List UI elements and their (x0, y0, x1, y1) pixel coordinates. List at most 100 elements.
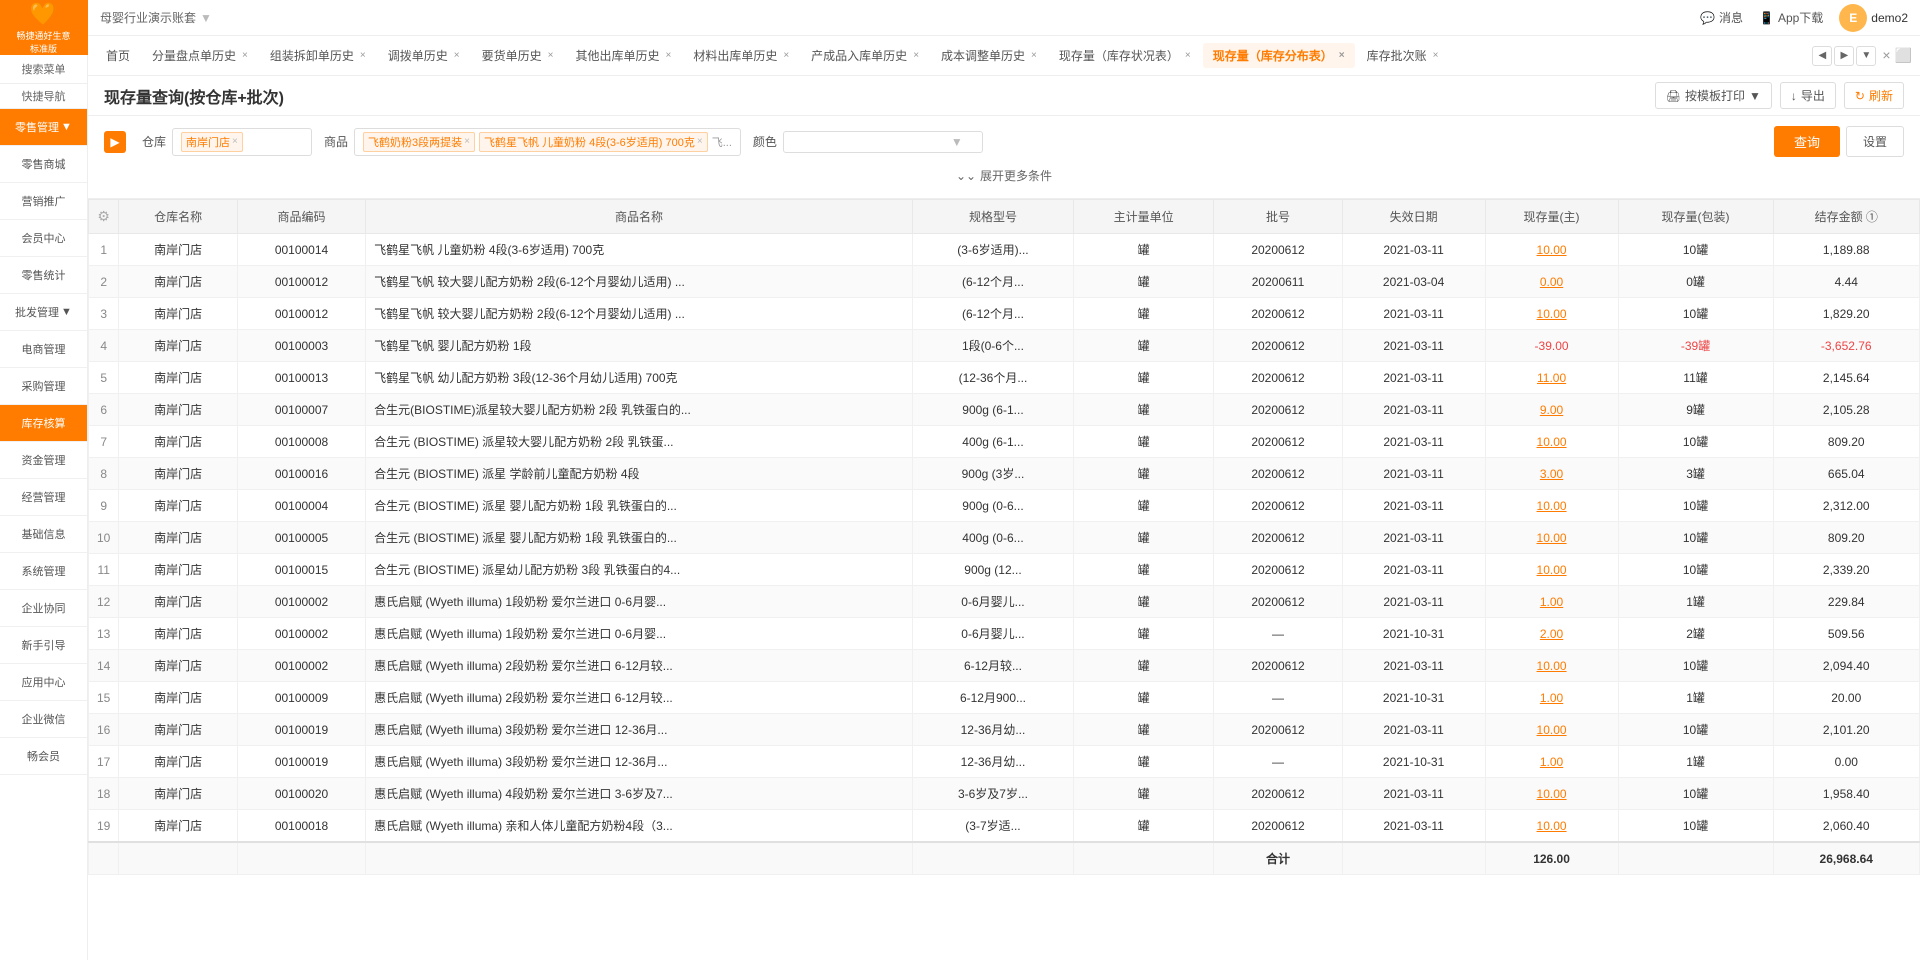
sidebar-item-guide[interactable]: 新手引导 (0, 627, 87, 664)
expand-more-conditions[interactable]: ⌄⌄ 展开更多条件 (104, 163, 1904, 188)
cell-balance: 1,958.40 (1773, 778, 1920, 810)
tab-menu-btn[interactable]: ▼ (1856, 46, 1876, 66)
tab-product-in-history[interactable]: 产成品入库单历史 × (801, 43, 929, 68)
close-all-tabs-btn[interactable]: × (1882, 47, 1890, 64)
message-btn[interactable]: 💬 消息 (1700, 9, 1743, 26)
cell-seq: 12 (89, 586, 119, 618)
cell-qty-main[interactable]: 10.00 (1485, 490, 1618, 522)
color-input[interactable]: ▼ (783, 131, 983, 153)
cell-qty-main[interactable]: 10.00 (1485, 426, 1618, 458)
sidebar-item-marketing[interactable]: 营销推广 (0, 183, 87, 220)
tab-home[interactable]: 首页 (96, 43, 140, 68)
cell-balance: 2,101.20 (1773, 714, 1920, 746)
tab-split-history[interactable]: 分量盘点单历史 × (142, 43, 258, 68)
sidebar-item-operations[interactable]: 经营管理 (0, 479, 87, 516)
cell-qty-main[interactable]: 10.00 (1485, 554, 1618, 586)
tab-prev-btn[interactable]: ◀ (1812, 46, 1832, 66)
cell-qty-main[interactable]: 10.00 (1485, 778, 1618, 810)
remove-warehouse-tag-btn[interactable]: × (232, 136, 238, 147)
close-tab-split-history[interactable]: × (242, 50, 248, 61)
tab-disassemble-history[interactable]: 组装拆卸单历史 × (260, 43, 376, 68)
sidebar-item-apps[interactable]: 应用中心 (0, 664, 87, 701)
sidebar-item-ecommerce[interactable]: 电商管理 (0, 331, 87, 368)
cell-qty-main[interactable]: 10.00 (1485, 714, 1618, 746)
cell-qty-main[interactable]: 3.00 (1485, 458, 1618, 490)
cell-seq: 7 (89, 426, 119, 458)
cell-qty-main[interactable]: 1.00 (1485, 682, 1618, 714)
close-tab-request-history[interactable]: × (548, 50, 554, 61)
sidebar-quicknav-section[interactable]: 快捷导航 (0, 84, 87, 109)
cell-qty-main[interactable]: 10.00 (1485, 650, 1618, 682)
cell-qty-main[interactable]: 10.00 (1485, 810, 1618, 843)
search-btn[interactable]: 查询 (1774, 126, 1840, 157)
template-print-btn[interactable]: 🖨 按模板打印 ▼ (1655, 82, 1772, 109)
sidebar-item-operations-label: 经营管理 (22, 492, 66, 504)
export-btn[interactable]: ↓ 导出 (1780, 82, 1836, 109)
sidebar-item-enterprise[interactable]: 企业协同 (0, 590, 87, 627)
cell-qty-main[interactable]: 1.00 (1485, 746, 1618, 778)
tab-cost-adjust-history[interactable]: 成本调整单历史 × (931, 43, 1047, 68)
sidebar-item-member[interactable]: 会员中心 (0, 220, 87, 257)
tab-next-btn[interactable]: ▶ (1834, 46, 1854, 66)
expand-arrow-btn[interactable]: ▶ (104, 131, 126, 153)
col-qty-main: 现存量(主) (1485, 200, 1618, 234)
tab-mix-history[interactable]: 调拨单历史 × (378, 43, 470, 68)
cell-qty-main[interactable]: -39.00 (1485, 330, 1618, 362)
close-tab-disassemble-history[interactable]: × (360, 50, 366, 61)
product-input[interactable]: 飞鹤奶粉3段两提装 × 飞鹤星飞帆 儿童奶粉 4段(3-6岁适用) 700克 ×… (354, 128, 741, 156)
sidebar-item-vip[interactable]: 畅会员 (0, 738, 87, 775)
tab-material-history[interactable]: 材料出库单历史 × (683, 43, 799, 68)
close-tab-product-in-history[interactable]: × (913, 50, 919, 61)
sidebar-item-retail-stats[interactable]: 零售统计 (0, 257, 87, 294)
system-actions: 💬 消息 📱 App下载 E demo2 (1700, 4, 1908, 32)
close-tab-other-out-history[interactable]: × (665, 50, 671, 61)
sidebar-item-batch[interactable]: 批发管理 ▼ (0, 294, 87, 331)
col-settings[interactable]: ⚙ (89, 200, 119, 234)
cell-qty-main[interactable]: 2.00 (1485, 618, 1618, 650)
page-title: 现存量查询(按仓库+批次) (104, 84, 1643, 108)
refresh-btn[interactable]: ↻ 刷新 (1844, 82, 1904, 109)
sidebar-item-retail-shop[interactable]: 零售商城 (0, 146, 87, 183)
app-download-btn[interactable]: 📱 App下载 (1759, 9, 1823, 26)
close-tab-cost-adjust-history[interactable]: × (1031, 50, 1037, 61)
cell-unit: 罐 (1073, 234, 1213, 266)
cell-qty-main[interactable]: 10.00 (1485, 234, 1618, 266)
tab-other-out-history[interactable]: 其他出库单历史 × (565, 43, 681, 68)
close-tab-inventory-status[interactable]: × (1185, 50, 1191, 61)
tab-batch-account[interactable]: 库存批次账 × (1357, 43, 1449, 68)
cell-qty-main[interactable]: 11.00 (1485, 362, 1618, 394)
cell-qty-main[interactable]: 0.00 (1485, 266, 1618, 298)
user-profile-btn[interactable]: E demo2 (1839, 4, 1908, 32)
sidebar-item-retail[interactable]: 零售管理 ▼ (0, 109, 87, 146)
cell-qty-main[interactable]: 9.00 (1485, 394, 1618, 426)
remove-product-tag-0-btn[interactable]: × (464, 136, 470, 147)
sidebar-item-inventory[interactable]: 库存核算 (0, 405, 87, 442)
sidebar-item-retail-shop-label: 零售商城 (22, 159, 66, 171)
color-text-input[interactable] (792, 135, 947, 149)
cell-code: 00100008 (237, 426, 365, 458)
tab-inventory-status[interactable]: 现存量（库存状况表） × (1049, 43, 1201, 68)
tab-inventory-dist[interactable]: 现存量（库存分布表） × (1203, 43, 1355, 68)
sidebar-item-purchase[interactable]: 采购管理 (0, 368, 87, 405)
footer-empty-7 (1342, 842, 1485, 875)
close-tab-batch-account[interactable]: × (1433, 50, 1439, 61)
chevron-down-icon-expand: ⌄⌄ (956, 169, 976, 183)
sidebar-item-wechat[interactable]: 企业微信 (0, 701, 87, 738)
tab-request-history[interactable]: 要货单历史 × (472, 43, 564, 68)
close-tab-material-history[interactable]: × (783, 50, 789, 61)
cell-qty-main[interactable]: 10.00 (1485, 298, 1618, 330)
cell-qty-main[interactable]: 10.00 (1485, 522, 1618, 554)
close-tab-inventory-dist[interactable]: × (1339, 50, 1345, 61)
cell-expire: 2021-03-11 (1342, 650, 1485, 682)
close-tab-mix-history[interactable]: × (454, 50, 460, 61)
sidebar-item-basics[interactable]: 基础信息 (0, 516, 87, 553)
warehouse-input[interactable]: 南岸门店 × (172, 128, 312, 156)
sidebar-search-section[interactable]: 搜索菜单 (0, 55, 87, 84)
maximize-btn[interactable]: ⬜ (1895, 47, 1912, 64)
settings-btn[interactable]: 设置 (1846, 126, 1904, 157)
sidebar-item-finance[interactable]: 资金管理 (0, 442, 87, 479)
remove-product-tag-1-btn[interactable]: × (697, 136, 703, 147)
cell-qty-main[interactable]: 1.00 (1485, 586, 1618, 618)
cell-warehouse: 南岸门店 (119, 650, 238, 682)
sidebar-item-system[interactable]: 系统管理 (0, 553, 87, 590)
